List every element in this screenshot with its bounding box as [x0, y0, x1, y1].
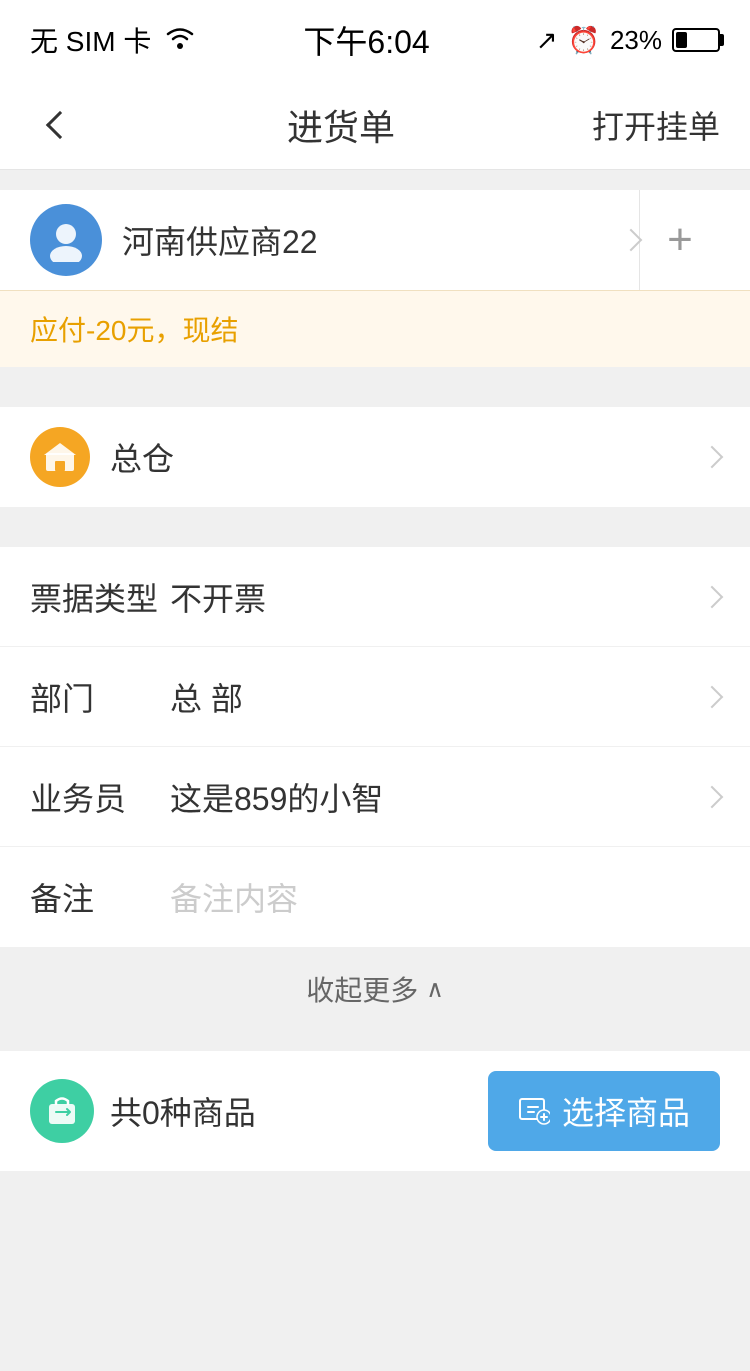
supplier-name: 河南供应商22 — [122, 217, 613, 263]
status-right: ↗ ⏰ 23% — [536, 25, 720, 56]
warehouse-icon — [30, 427, 90, 487]
notice-text: 应付-20元，现结 — [30, 315, 238, 346]
supplier-row[interactable]: 河南供应商22 — [30, 190, 640, 290]
salesperson-row[interactable]: 业务员 这是859的小智 — [0, 747, 750, 847]
page-title: 进货单 — [287, 99, 395, 151]
divider-2 — [0, 367, 750, 387]
salesperson-chevron-icon — [701, 785, 724, 808]
department-label: 部门 — [30, 674, 170, 720]
supplier-avatar — [30, 204, 102, 276]
department-value: 总 部 — [170, 674, 694, 720]
remark-input[interactable]: 备注内容 — [170, 874, 720, 920]
status-bar: 无 SIM 卡 下午6:04 ↗ ⏰ 23% — [0, 0, 750, 80]
warehouse-section[interactable]: 总仓 — [0, 407, 750, 507]
supplier-section: 河南供应商22 + — [0, 190, 750, 290]
invoice-type-value: 不开票 — [170, 574, 694, 620]
warehouse-chevron-icon — [701, 446, 724, 469]
collapse-button[interactable]: 收起更多 ∧ — [0, 949, 750, 1029]
battery-icon — [672, 28, 720, 52]
department-chevron-icon — [701, 685, 724, 708]
divider-4 — [0, 1029, 750, 1049]
product-count-text: 共0种商品 — [110, 1088, 256, 1134]
bottom-bar: 共0种商品 选择商品 — [0, 1051, 750, 1171]
status-left: 无 SIM 卡 — [30, 20, 197, 60]
collapse-label: 收起更多 — [306, 969, 418, 1009]
carrier-text: 无 SIM 卡 — [30, 20, 151, 60]
product-icon — [30, 1079, 94, 1143]
back-arrow-icon — [46, 110, 74, 138]
invoice-type-label: 票据类型 — [30, 574, 170, 620]
invoice-type-row[interactable]: 票据类型 不开票 — [0, 547, 750, 647]
warehouse-label: 总仓 — [110, 434, 694, 480]
remark-row[interactable]: 备注 备注内容 — [0, 847, 750, 947]
divider-1 — [0, 170, 750, 190]
nav-bar: 进货单 打开挂单 — [0, 80, 750, 170]
remark-label: 备注 — [30, 874, 170, 920]
select-product-button[interactable]: 选择商品 — [488, 1071, 720, 1151]
product-count-area: 共0种商品 — [30, 1079, 256, 1143]
alarm-icon: ⏰ — [568, 25, 600, 56]
back-button[interactable] — [30, 95, 90, 155]
notice-bar: 应付-20元，现结 — [0, 290, 750, 367]
wifi-icon — [163, 23, 197, 58]
add-supplier-button[interactable]: + — [640, 190, 720, 290]
select-product-label: 选择商品 — [562, 1088, 690, 1134]
open-pending-button[interactable]: 打开挂单 — [592, 102, 720, 148]
invoice-type-chevron-icon — [701, 585, 724, 608]
department-row[interactable]: 部门 总 部 — [0, 647, 750, 747]
location-icon: ↗ — [536, 25, 558, 56]
divider-3 — [0, 507, 750, 527]
status-time: 下午6:04 — [303, 17, 429, 63]
collapse-arrow-icon: ∧ — [426, 975, 444, 1004]
salesperson-value: 这是859的小智 — [170, 774, 694, 820]
supplier-chevron-icon — [620, 229, 643, 252]
battery-text: 23% — [610, 25, 662, 56]
page-background — [0, 1171, 750, 1371]
salesperson-label: 业务员 — [30, 774, 170, 820]
form-section: 票据类型 不开票 部门 总 部 业务员 这是859的小智 备注 备注内容 — [0, 547, 750, 947]
